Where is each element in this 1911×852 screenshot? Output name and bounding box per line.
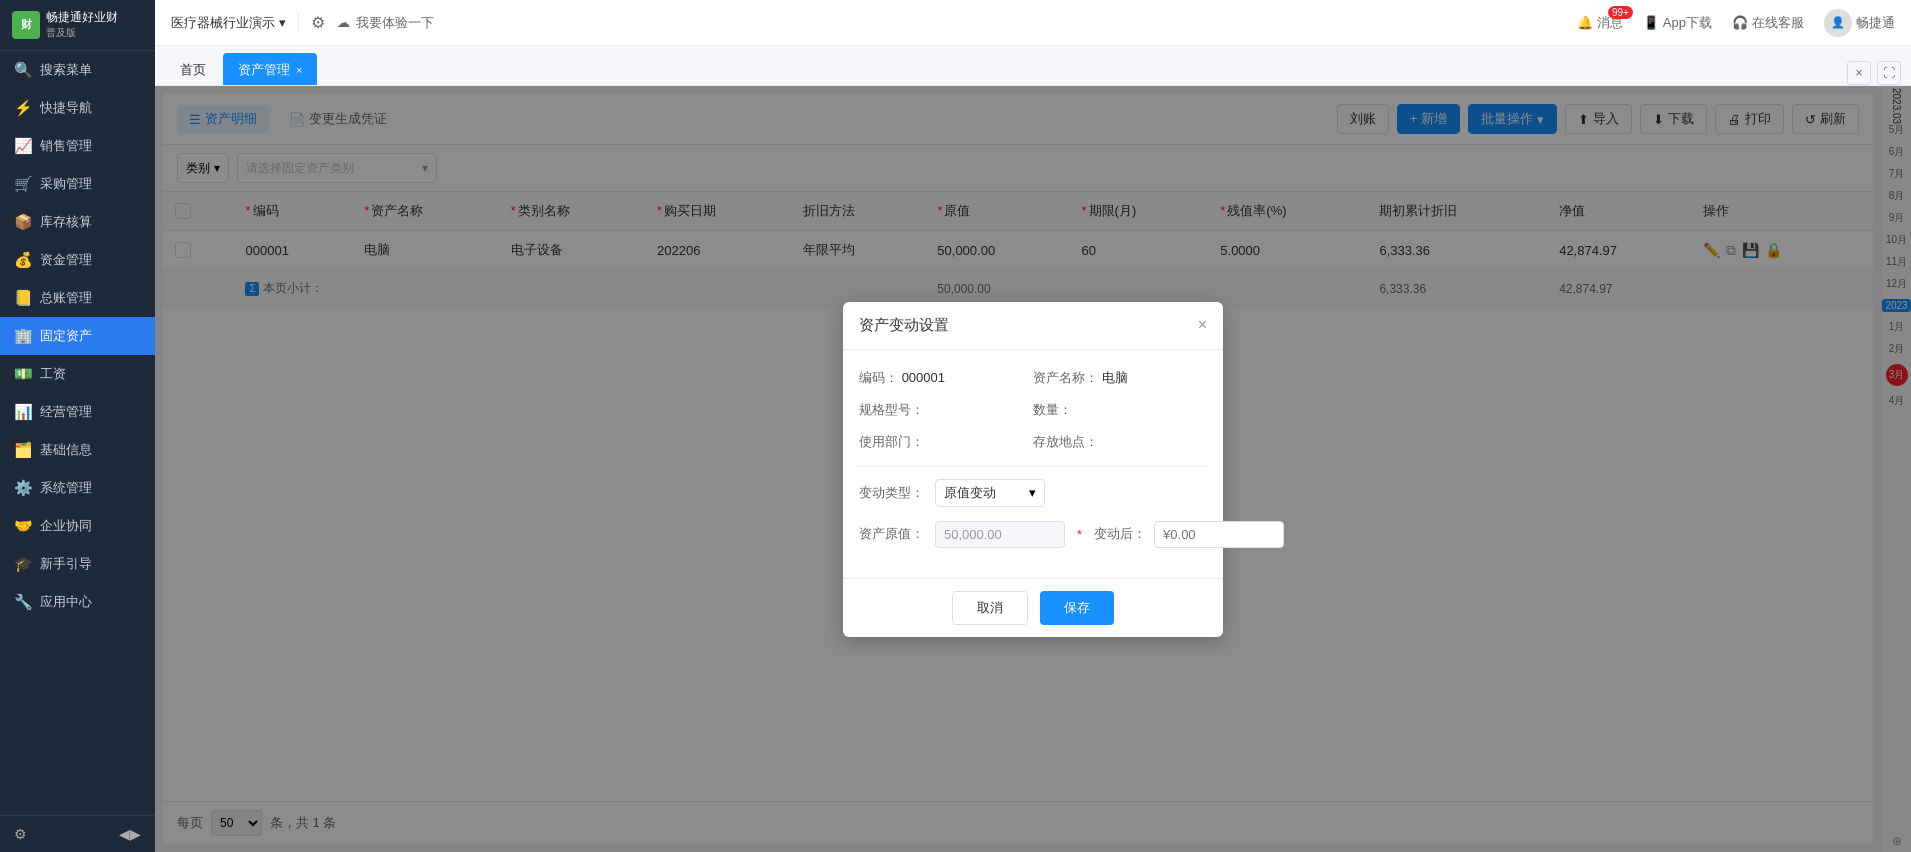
salary-icon: 💵 — [14, 365, 32, 383]
tab-home[interactable]: 首页 — [165, 53, 221, 85]
asset-value-label: 资产原值： — [859, 525, 927, 543]
search-icon: 🔍 — [14, 61, 32, 79]
sidebar-header: 财 畅捷通好业财 普及版 — [0, 0, 155, 51]
sidebar-item-operations[interactable]: 📊 经营管理 — [0, 393, 155, 431]
user-menu[interactable]: 👤 畅捷通 — [1824, 9, 1895, 37]
dialog-header: 资产变动设置 × — [843, 302, 1223, 350]
tab-asset-management[interactable]: 资产管理 × — [223, 53, 317, 85]
app-download-btn[interactable]: 📱 App下载 — [1643, 14, 1712, 32]
logo-text: 畅捷通好业财 普及版 — [46, 10, 118, 40]
topbar-divider — [298, 13, 299, 33]
gear-icon[interactable]: ⚙ — [311, 13, 325, 32]
bell-icon: 🔔 — [1577, 15, 1593, 30]
dialog-body: 编码： 000001 资产名称： 电脑 规格型号： — [843, 350, 1223, 578]
after-change-input[interactable] — [1154, 521, 1284, 548]
sidebar-footer: ⚙ ◀▶ — [0, 815, 155, 852]
notifications-btn[interactable]: 🔔 消息 99+ — [1577, 14, 1623, 32]
collab-icon: 🤝 — [14, 517, 32, 535]
sidebar-item-finance[interactable]: 💰 资金管理 — [0, 241, 155, 279]
topbar: 医疗器械行业演示 ▾ ⚙ ☁ 我要体验一下 🔔 消息 99+ 📱 App下载 — [155, 0, 1911, 46]
topbar-right: 🔔 消息 99+ 📱 App下载 🎧 在线客服 👤 畅捷通 — [1577, 9, 1895, 37]
avatar: 👤 — [1824, 9, 1852, 37]
sidebar: 财 畅捷通好业财 普及版 🔍 搜索菜单 ⚡ 快捷导航 📈 销售管理 🛒 — [0, 0, 155, 852]
asset-value-input — [935, 521, 1065, 548]
company-selector[interactable]: 医疗器械行业演示 ▾ — [171, 14, 286, 32]
quicknav-icon: ⚡ — [14, 99, 32, 117]
sidebar-item-app-center[interactable]: 🔧 应用中心 — [0, 583, 155, 621]
sidebar-item-quicknav[interactable]: ⚡ 快捷导航 — [0, 89, 155, 127]
sidebar-item-salary[interactable]: 💵 工资 — [0, 355, 155, 393]
asset-change-dialog: 资产变动设置 × 编码： 000001 资产名称： 电脑 — [843, 302, 1223, 637]
change-type-label: 变动类型： — [859, 484, 927, 502]
close-window-btn[interactable]: × — [1847, 61, 1871, 85]
cancel-btn[interactable]: 取消 — [952, 591, 1028, 625]
dialog-spec: 规格型号： — [859, 398, 1033, 422]
asset-value-row: 资产原值： * 变动后： — [859, 521, 1207, 548]
main-area: 医疗器械行业演示 ▾ ⚙ ☁ 我要体验一下 🔔 消息 99+ 📱 App下载 — [155, 0, 1911, 852]
purchase-icon: 🛒 — [14, 175, 32, 193]
finance-icon: 💰 — [14, 251, 32, 269]
sidebar-item-basic-info[interactable]: 🗂️ 基础信息 — [0, 431, 155, 469]
dialog-info-grid: 编码： 000001 资产名称： 电脑 规格型号： — [859, 366, 1207, 454]
sidebar-item-collab[interactable]: 🤝 企业协同 — [0, 507, 155, 545]
system-icon: ⚙️ — [14, 479, 32, 497]
mobile-icon: 📱 — [1643, 15, 1659, 30]
save-btn[interactable]: 保存 — [1040, 591, 1114, 625]
sidebar-item-system[interactable]: ⚙️ 系统管理 — [0, 469, 155, 507]
sidebar-item-ledger[interactable]: 📒 总账管理 — [0, 279, 155, 317]
ledger-icon: 📒 — [14, 289, 32, 307]
dialog-dept: 使用部门： — [859, 430, 1033, 454]
app-logo: 财 畅捷通好业财 普及版 — [12, 10, 143, 40]
dialog-title: 资产变动设置 — [859, 316, 949, 335]
content-area: ☰ 资产明细 📄 变更生成凭证 刘账 + 新增 — [155, 86, 1911, 852]
headset-icon: 🎧 — [1732, 15, 1748, 30]
fixed-assets-icon: 🏢 — [14, 327, 32, 345]
dialog-code: 编码： 000001 — [859, 366, 1033, 390]
chevron-down-icon: ▾ — [279, 15, 286, 30]
tabbar: 首页 资产管理 × × ⛶ — [155, 46, 1911, 86]
inventory-icon: 📦 — [14, 213, 32, 231]
dialog-overlay: 资产变动设置 × 编码： 000001 资产名称： 电脑 — [155, 86, 1911, 852]
change-type-row: 变动类型： 原值变动 ▾ — [859, 479, 1207, 507]
app-center-icon: 🔧 — [14, 593, 32, 611]
tab-close-icon[interactable]: × — [296, 64, 302, 76]
dialog-quantity: 数量： — [1033, 398, 1207, 422]
dialog-asset-name: 资产名称： 电脑 — [1033, 366, 1207, 390]
sidebar-item-fixed-assets[interactable]: 🏢 固定资产 — [0, 317, 155, 355]
required-star: * — [1077, 527, 1082, 542]
sidebar-item-guide[interactable]: 🎓 新手引导 — [0, 545, 155, 583]
operations-icon: 📊 — [14, 403, 32, 421]
change-type-select[interactable]: 原值变动 ▾ — [935, 479, 1045, 507]
sidebar-item-inventory[interactable]: 📦 库存核算 — [0, 203, 155, 241]
sidebar-item-search[interactable]: 🔍 搜索菜单 — [0, 51, 155, 89]
settings-icon[interactable]: ⚙ — [14, 826, 27, 842]
sidebar-item-sales[interactable]: 📈 销售管理 — [0, 127, 155, 165]
chevron-down-icon: ▾ — [1029, 485, 1036, 500]
dialog-location: 存放地点： — [1033, 430, 1207, 454]
sidebar-item-purchase[interactable]: 🛒 采购管理 — [0, 165, 155, 203]
window-controls: × ⛶ — [1847, 61, 1901, 85]
cloud-icon: ☁ — [337, 15, 350, 30]
sales-icon: 📈 — [14, 137, 32, 155]
basic-info-icon: 🗂️ — [14, 441, 32, 459]
logo-icon: 财 — [12, 11, 40, 39]
collapse-icon[interactable]: ◀▶ — [119, 826, 141, 842]
guide-icon: 🎓 — [14, 555, 32, 573]
dialog-divider — [859, 466, 1207, 467]
dialog-close-btn[interactable]: × — [1198, 316, 1207, 334]
experience-btn[interactable]: ☁ 我要体验一下 — [337, 14, 434, 32]
sidebar-nav: 🔍 搜索菜单 ⚡ 快捷导航 📈 销售管理 🛒 采购管理 📦 库存核算 💰 — [0, 51, 155, 815]
online-service-btn[interactable]: 🎧 在线客服 — [1732, 14, 1804, 32]
dialog-footer: 取消 保存 — [843, 578, 1223, 637]
maximize-window-btn[interactable]: ⛶ — [1877, 61, 1901, 85]
after-change-label: 变动后： — [1094, 525, 1146, 543]
